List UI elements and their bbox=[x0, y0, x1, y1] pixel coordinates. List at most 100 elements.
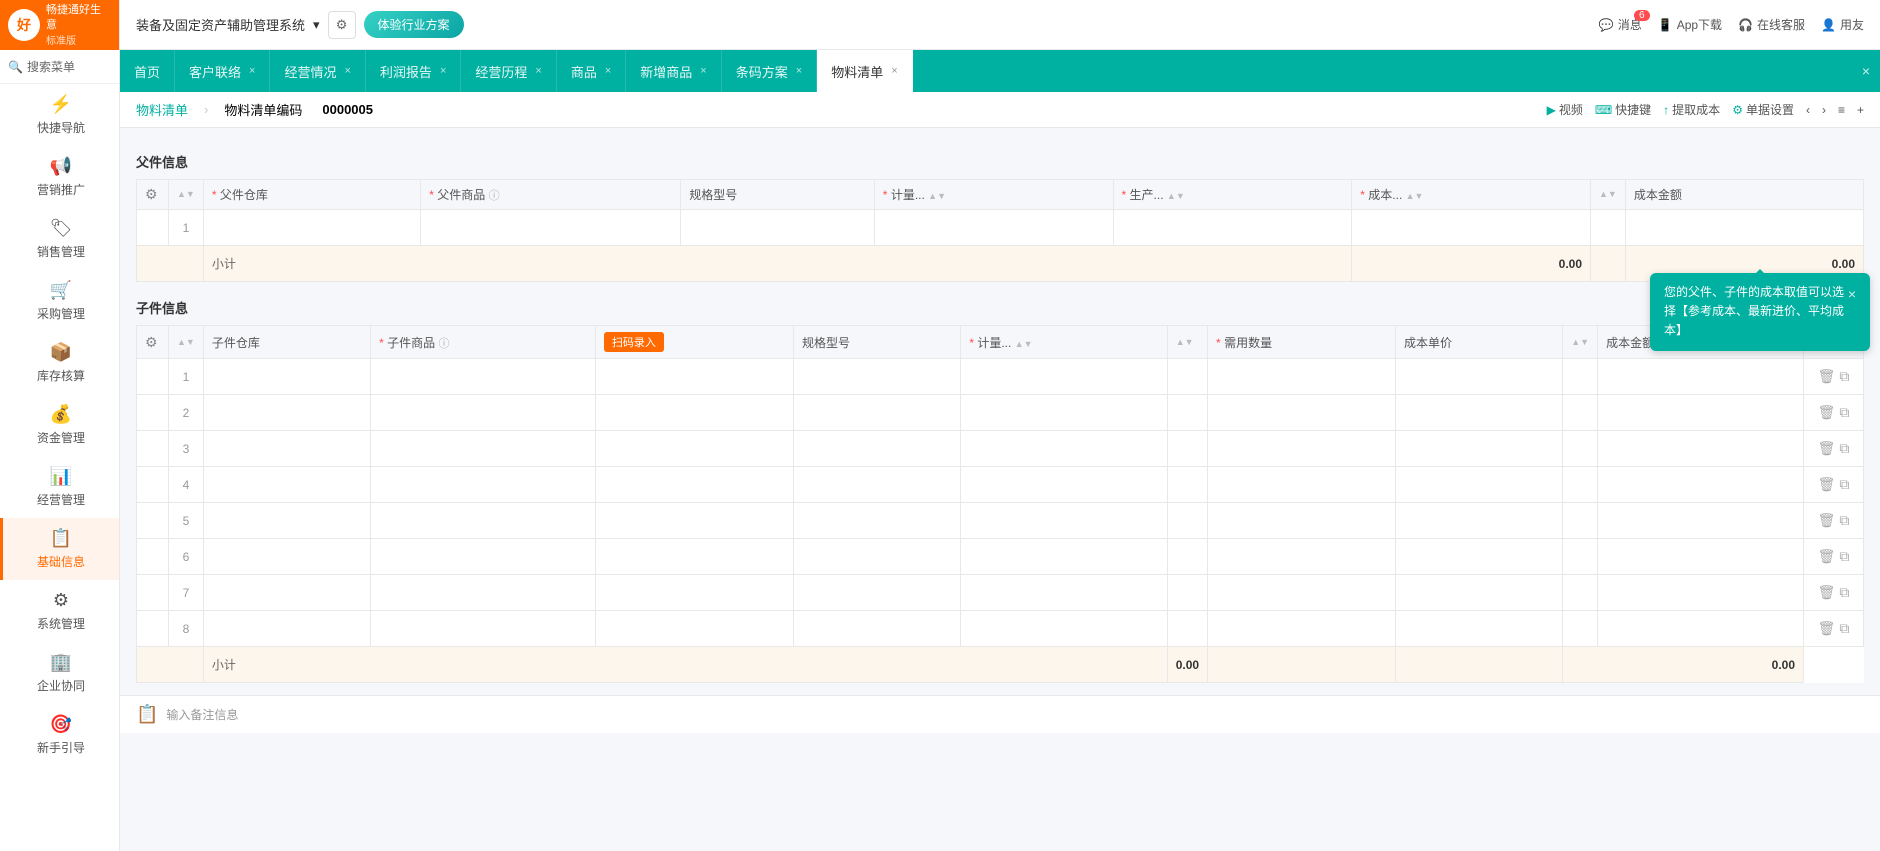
copy-icon[interactable]: ⧉ bbox=[1839, 476, 1849, 493]
sidebar-item-marketing[interactable]: 📢 营销推广 bbox=[0, 146, 119, 208]
tab-profit-close[interactable]: × bbox=[440, 65, 446, 77]
tab-new-goods-close[interactable]: × bbox=[700, 65, 706, 77]
grid-view[interactable]: ≡ bbox=[1838, 103, 1845, 117]
child-row-warehouse[interactable] bbox=[203, 359, 370, 395]
tab-business-close[interactable]: × bbox=[344, 65, 350, 77]
child-row-goods[interactable] bbox=[371, 539, 596, 575]
prev-record[interactable]: ‹ bbox=[1806, 103, 1810, 117]
child-row-unit[interactable] bbox=[961, 575, 1167, 611]
child-row-quantity[interactable] bbox=[1208, 611, 1396, 647]
child-row-warehouse[interactable] bbox=[203, 395, 370, 431]
child-row-quantity[interactable] bbox=[1208, 359, 1396, 395]
sidebar-search[interactable]: 🔍 搜索菜单 bbox=[0, 50, 119, 84]
tab-home[interactable]: 首页 bbox=[120, 50, 175, 92]
app-download-button[interactable]: 📱 App下载 bbox=[1658, 16, 1722, 33]
child-row-unit[interactable] bbox=[961, 503, 1167, 539]
child-row-warehouse[interactable] bbox=[203, 467, 370, 503]
doc-settings-action[interactable]: ⚙ 单据设置 bbox=[1732, 101, 1794, 118]
delete-icon[interactable]: 🗑 bbox=[1818, 512, 1836, 529]
sidebar-item-basic[interactable]: 📋 基础信息 bbox=[0, 518, 119, 580]
child-row-quantity[interactable] bbox=[1208, 539, 1396, 575]
tooltip-close-button[interactable]: × bbox=[1848, 283, 1856, 305]
copy-icon[interactable]: ⧉ bbox=[1839, 440, 1849, 457]
sidebar-item-guide[interactable]: 🎯 新手引导 bbox=[0, 704, 119, 766]
child-row-warehouse[interactable] bbox=[203, 431, 370, 467]
system-dropdown[interactable]: ▾ bbox=[313, 17, 320, 33]
child-row-unitcost[interactable] bbox=[1395, 575, 1562, 611]
child-row-unitcost[interactable] bbox=[1395, 503, 1562, 539]
delete-icon[interactable]: 🗑 bbox=[1818, 476, 1836, 493]
child-row-unit[interactable] bbox=[961, 395, 1167, 431]
parent-row-unit[interactable] bbox=[874, 210, 1113, 246]
delete-icon[interactable]: 🗑 bbox=[1818, 404, 1836, 421]
child-row-unitcost[interactable] bbox=[1395, 395, 1562, 431]
child-row-quantity[interactable] bbox=[1208, 467, 1396, 503]
child-row-goods[interactable] bbox=[371, 395, 596, 431]
delete-icon[interactable]: 🗑 bbox=[1818, 548, 1836, 565]
sidebar-item-system[interactable]: ⚙ 系统管理 bbox=[0, 580, 119, 642]
parent-row-warehouse[interactable] bbox=[203, 210, 420, 246]
column-settings-icon[interactable]: ⚙ bbox=[145, 186, 158, 202]
sidebar-item-corp[interactable]: 🏢 企业协同 bbox=[0, 642, 119, 704]
delete-icon[interactable]: 🗑 bbox=[1818, 584, 1836, 601]
delete-icon[interactable]: 🗑 bbox=[1818, 620, 1836, 637]
child-row-quantity[interactable] bbox=[1208, 503, 1396, 539]
tab-bom[interactable]: 物料清单 × bbox=[817, 50, 912, 92]
tab-history-close[interactable]: × bbox=[535, 65, 541, 77]
child-row-unit[interactable] bbox=[961, 467, 1167, 503]
child-row-unit[interactable] bbox=[961, 539, 1167, 575]
child-row-unit[interactable] bbox=[961, 611, 1167, 647]
tab-customers-close[interactable]: × bbox=[249, 65, 255, 77]
tab-goods-close[interactable]: × bbox=[605, 65, 611, 77]
tab-goods[interactable]: 商品 × bbox=[557, 50, 626, 92]
sidebar-item-inventory[interactable]: 📦 库存核算 bbox=[0, 332, 119, 394]
child-row-quantity[interactable] bbox=[1208, 395, 1396, 431]
child-row-warehouse[interactable] bbox=[203, 503, 370, 539]
notification-button[interactable]: 💬 6 消息 bbox=[1599, 16, 1642, 33]
add-record[interactable]: + bbox=[1857, 103, 1864, 117]
sidebar-item-sales[interactable]: 🏷 销售管理 bbox=[0, 208, 119, 270]
child-row-goods[interactable] bbox=[371, 575, 596, 611]
child-row-quantity[interactable] bbox=[1208, 575, 1396, 611]
breadcrumb-bom[interactable]: 物料清单 bbox=[136, 100, 188, 119]
copy-icon[interactable]: ⧉ bbox=[1839, 404, 1849, 421]
cost-action[interactable]: ↑ 提取成本 bbox=[1663, 101, 1720, 118]
delete-icon[interactable]: 🗑 bbox=[1818, 368, 1836, 385]
copy-icon[interactable]: ⧉ bbox=[1839, 368, 1849, 385]
tab-business[interactable]: 经营情况 × bbox=[270, 50, 365, 92]
copy-icon[interactable]: ⧉ bbox=[1839, 620, 1849, 637]
child-row-goods[interactable] bbox=[371, 431, 596, 467]
sidebar-item-purchase[interactable]: 🛒 采购管理 bbox=[0, 270, 119, 332]
child-row-goods[interactable] bbox=[371, 467, 596, 503]
child-row-unit[interactable] bbox=[961, 431, 1167, 467]
copy-icon[interactable]: ⧉ bbox=[1839, 548, 1849, 565]
trial-button[interactable]: 体验行业方案 bbox=[364, 11, 464, 38]
copy-icon[interactable]: ⧉ bbox=[1839, 584, 1849, 601]
child-row-warehouse[interactable] bbox=[203, 611, 370, 647]
child-row-warehouse[interactable] bbox=[203, 575, 370, 611]
child-row-unitcost[interactable] bbox=[1395, 539, 1562, 575]
tab-new-goods[interactable]: 新增商品 × bbox=[626, 50, 721, 92]
sidebar-item-quick-nav[interactable]: ⚡ 快捷导航 bbox=[0, 84, 119, 146]
child-row-unitcost[interactable] bbox=[1395, 431, 1562, 467]
child-row-goods[interactable] bbox=[371, 611, 596, 647]
delete-icon[interactable]: 🗑 bbox=[1818, 440, 1836, 457]
tab-history[interactable]: 经营历程 × bbox=[461, 50, 556, 92]
child-row-unit[interactable] bbox=[961, 359, 1167, 395]
child-row-goods[interactable] bbox=[371, 503, 596, 539]
tab-profit[interactable]: 利润报告 × bbox=[366, 50, 461, 92]
online-support-button[interactable]: 🎧 在线客服 bbox=[1738, 16, 1805, 33]
child-row-quantity[interactable] bbox=[1208, 431, 1396, 467]
tab-barcode-close[interactable]: × bbox=[796, 65, 802, 77]
sidebar-item-ops[interactable]: 📊 经营管理 bbox=[0, 456, 119, 518]
user-menu[interactable]: 👤 用友 bbox=[1821, 16, 1864, 33]
sidebar-item-finance[interactable]: 💰 资金管理 bbox=[0, 394, 119, 456]
copy-icon[interactable]: ⧉ bbox=[1839, 512, 1849, 529]
close-all-tabs[interactable]: × bbox=[1852, 63, 1880, 79]
child-row-unitcost[interactable] bbox=[1395, 359, 1562, 395]
parent-row-produce[interactable] bbox=[1113, 210, 1352, 246]
gear-button[interactable]: ⚙ bbox=[328, 11, 356, 39]
parent-row-cost[interactable] bbox=[1352, 210, 1591, 246]
shortcut-action[interactable]: ⌨ 快捷键 bbox=[1595, 101, 1651, 118]
tab-barcode[interactable]: 条码方案 × bbox=[722, 50, 817, 92]
